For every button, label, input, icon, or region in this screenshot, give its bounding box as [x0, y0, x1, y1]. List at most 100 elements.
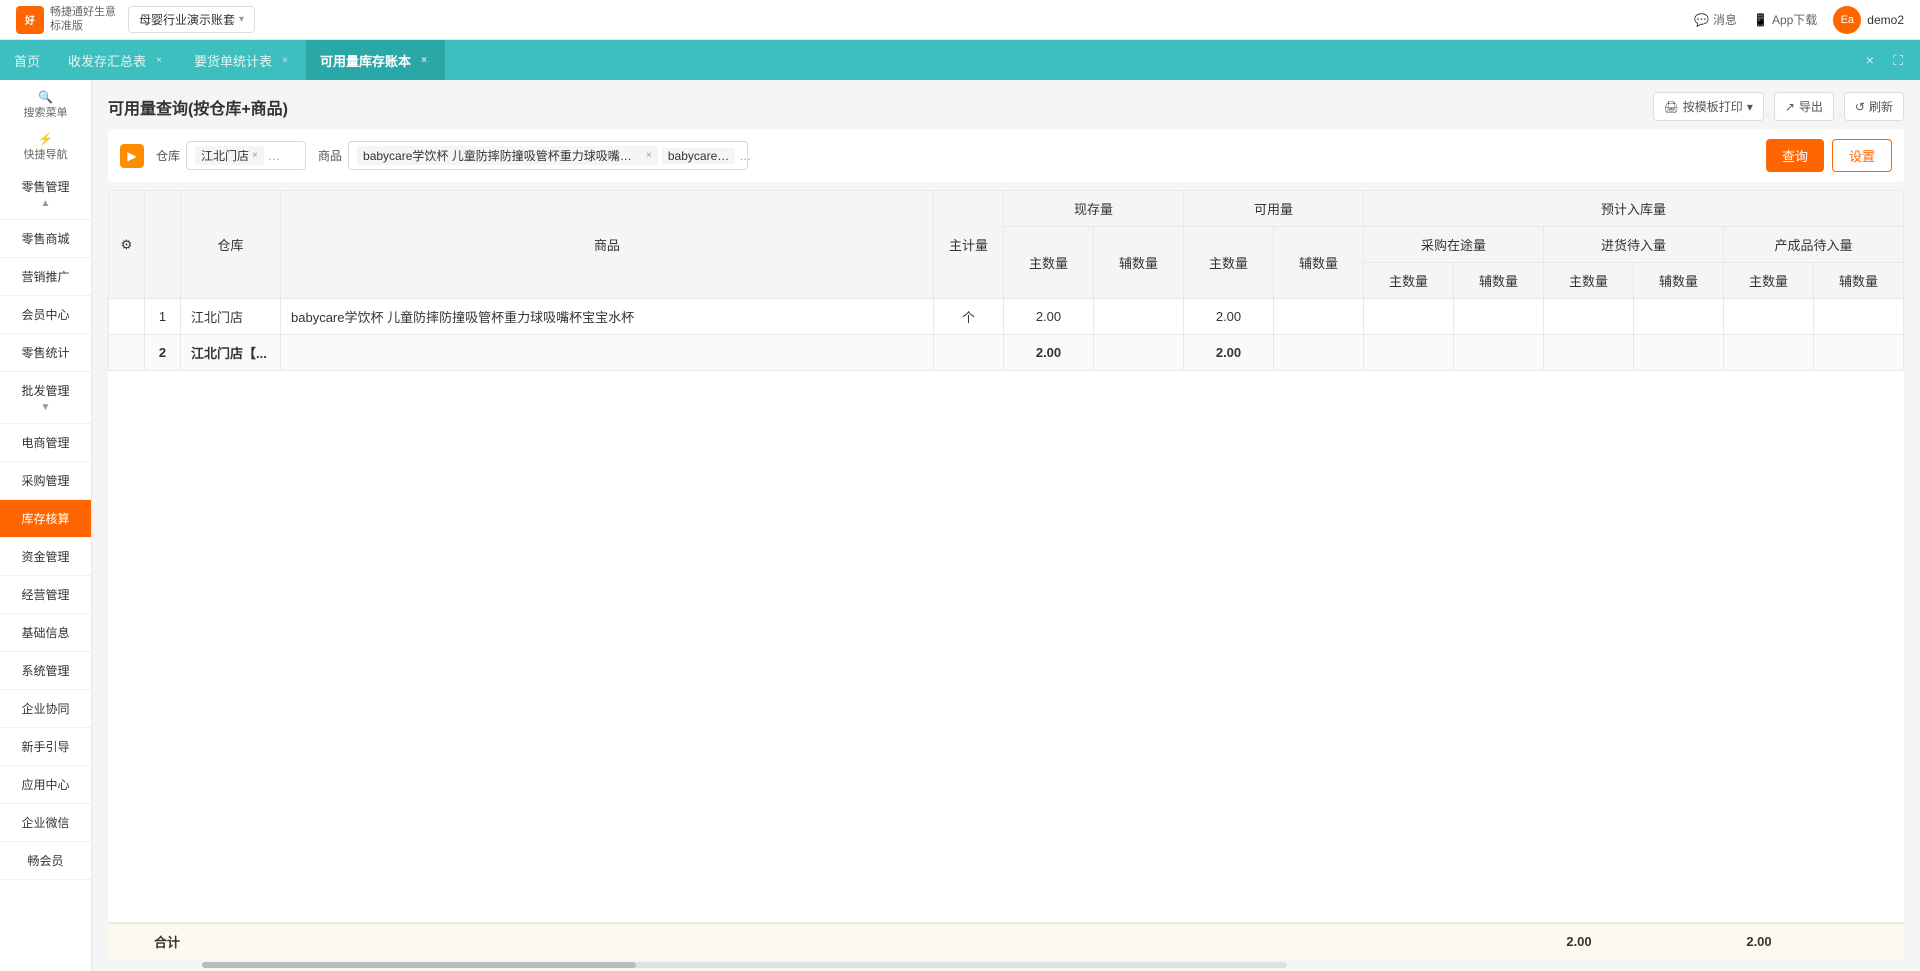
sidebar-item-ecommerce[interactable]: 电商管理	[0, 424, 91, 462]
cell-no-2: 2	[145, 335, 181, 371]
sidebar-item-member-center[interactable]: 会员中心	[0, 296, 91, 334]
sidebar-item-inventory[interactable]: 库存核算	[0, 500, 91, 538]
cell-available-aux-2	[1274, 335, 1364, 371]
sidebar-search[interactable]: 🔍 搜索菜单	[0, 80, 91, 126]
app-download-button[interactable]: 📱 App下载	[1753, 11, 1817, 28]
cell-purchase-aux-2	[1454, 335, 1544, 371]
sidebar-item-retail-mgmt[interactable]: 零售管理 ▲	[0, 168, 91, 220]
sidebar-item-enterprise[interactable]: 企业协同	[0, 690, 91, 728]
basics-label: 基础信息	[21, 624, 69, 641]
sidebar-item-retail-stats[interactable]: 零售统计	[0, 334, 91, 372]
operations-label: 经营管理	[21, 586, 69, 603]
refresh-button[interactable]: ↺ 刷新	[1844, 92, 1904, 121]
setting-button[interactable]: 设置	[1832, 139, 1892, 172]
wholesale-mgmt-arrow: ▼	[41, 402, 51, 413]
footer-available-main: 2.00	[1714, 934, 1804, 949]
warehouse-more[interactable]: …	[268, 149, 280, 163]
product-more[interactable]: …	[739, 149, 751, 163]
expand-tabs-button[interactable]: ⛶	[1888, 50, 1908, 70]
cell-current-main: 2.00	[1004, 299, 1094, 335]
tab-receive-summary-label: 收发存汇总表	[68, 51, 146, 70]
cell-current-aux	[1094, 299, 1184, 335]
nav-tabs: 首页 收发存汇总表 × 要货单统计表 × 可用量库存账本 × × ⛶	[0, 40, 1920, 80]
tab-receive-summary-close[interactable]: ×	[152, 53, 166, 67]
purchase-label: 采购管理	[21, 472, 69, 489]
sidebar-item-basics[interactable]: 基础信息	[0, 614, 91, 652]
footer-label: 合计	[118, 932, 180, 951]
warehouse-filter-input[interactable]: 江北门店 × …	[186, 141, 306, 170]
industry-label: 母婴行业演示账套	[139, 11, 235, 28]
tab-home[interactable]: 首页	[0, 40, 54, 80]
enterprise-label: 企业协同	[21, 700, 69, 717]
sidebar-quick-nav[interactable]: ⚡ 快捷导航	[0, 126, 91, 168]
close-all-tabs-button[interactable]: ×	[1860, 50, 1880, 70]
cell-incoming-aux	[1634, 299, 1724, 335]
tab-available-inventory-label: 可用量库存账本	[320, 51, 411, 70]
cell-product-main	[1724, 299, 1814, 335]
th-product: 商品	[281, 191, 934, 299]
export-button[interactable]: ↗ 导出	[1774, 92, 1834, 121]
sidebar-item-system[interactable]: 系统管理	[0, 652, 91, 690]
cell-current-aux-2	[1094, 335, 1184, 371]
th-available-aux: 辅数量	[1274, 227, 1364, 299]
scrollbar-track	[202, 962, 1287, 968]
cell-purchase-main-2	[1364, 335, 1454, 371]
ecommerce-label: 电商管理	[21, 434, 69, 451]
sidebar-item-app-center[interactable]: 应用中心	[0, 766, 91, 804]
th-planned-in-group: 预计入库量	[1364, 191, 1904, 227]
member-center-label: 会员中心	[21, 306, 69, 323]
scrollbar-thumb	[202, 962, 636, 968]
export-label: 导出	[1799, 98, 1823, 115]
retail-stats-label: 零售统计	[21, 344, 69, 361]
tab-available-inventory[interactable]: 可用量库存账本 ×	[306, 40, 445, 80]
sidebar-item-newbie[interactable]: 新手引导	[0, 728, 91, 766]
cell-warehouse-2: 江北门店【...	[181, 335, 281, 371]
message-label: 消息	[1713, 11, 1737, 28]
warehouse-tag-remove[interactable]: ×	[252, 150, 258, 161]
refresh-label: 刷新	[1869, 98, 1893, 115]
print-button[interactable]: 🖨 按模板打印	[1653, 92, 1764, 121]
sidebar-item-marketing[interactable]: 营销推广	[0, 258, 91, 296]
tab-order-stats[interactable]: 要货单统计表 ×	[180, 40, 306, 80]
sidebar-item-wholesale-mgmt[interactable]: 批发管理 ▼	[0, 372, 91, 424]
product-tag-2: babycare…	[662, 148, 735, 164]
scrollbar-area[interactable]	[92, 959, 1920, 971]
th-settings[interactable]	[109, 191, 145, 299]
top-bar-right: 💬 消息 📱 App下载 Ea demo2	[1694, 6, 1904, 34]
user-area[interactable]: Ea demo2	[1833, 6, 1904, 34]
sidebar-item-vip[interactable]: 畅会员	[0, 842, 91, 880]
top-bar-left: 好 畅捷通好生意 标准版 母婴行业演示账套	[16, 6, 255, 34]
cell-product-aux-2	[1814, 335, 1904, 371]
table-footer: 合计 2.00 2.00	[108, 922, 1904, 959]
app-center-label: 应用中心	[21, 776, 69, 793]
filter-toggle-button[interactable]: ▶	[120, 144, 144, 168]
tab-order-stats-close[interactable]: ×	[278, 53, 292, 67]
warehouse-tag-value: 江北门店	[201, 147, 249, 164]
sidebar-item-purchase[interactable]: 采购管理	[0, 462, 91, 500]
query-button[interactable]: 查询	[1766, 139, 1824, 172]
sidebar-item-finance[interactable]: 资金管理	[0, 538, 91, 576]
print-label: 按模板打印	[1683, 98, 1743, 115]
enterprise-wechat-label: 企业微信	[21, 814, 69, 831]
th-available-main: 主数量	[1184, 227, 1274, 299]
page-header: 可用量查询(按仓库+商品) 🖨 按模板打印 ↗ 导出 ↺ 刷新	[92, 80, 1920, 129]
sidebar-item-operations[interactable]: 经营管理	[0, 576, 91, 614]
footer-current-main: 2.00	[1534, 934, 1624, 949]
sidebar-quicknav-label: 快捷导航	[8, 146, 83, 162]
warehouse-tag: 江北门店 ×	[195, 146, 264, 165]
product-filter-input[interactable]: babycare学饮杯 儿童防摔防撞吸管杯重力球吸嘴杯宝宝水杯 × babyca…	[348, 141, 748, 170]
sidebar-item-enterprise-wechat[interactable]: 企业微信	[0, 804, 91, 842]
cell-current-main-2: 2.00	[1004, 335, 1094, 371]
sidebar: 🔍 搜索菜单 ⚡ 快捷导航 零售管理 ▲ 零售商城 营销推广 会员中心 零售统计…	[0, 80, 92, 971]
product-tag-1-remove[interactable]: ×	[646, 150, 652, 161]
message-button[interactable]: 💬 消息	[1694, 11, 1737, 28]
cell-purchase-main	[1364, 299, 1454, 335]
th-incoming-aux: 辅数量	[1634, 263, 1724, 299]
industry-selector[interactable]: 母婴行业演示账套	[128, 6, 255, 33]
filter-bar: ▶ 仓库 江北门店 × … 商品 babycare学饮杯 儿童防摔防撞吸管杯重力…	[108, 129, 1904, 182]
top-bar: 好 畅捷通好生意 标准版 母婴行业演示账套 💬 消息 📱 App下载 Ea de…	[0, 0, 1920, 40]
logo-text: 畅捷通好生意 标准版	[50, 6, 116, 32]
tab-receive-summary[interactable]: 收发存汇总表 ×	[54, 40, 180, 80]
sidebar-item-retail-mall[interactable]: 零售商城	[0, 220, 91, 258]
tab-available-inventory-close[interactable]: ×	[417, 53, 431, 67]
